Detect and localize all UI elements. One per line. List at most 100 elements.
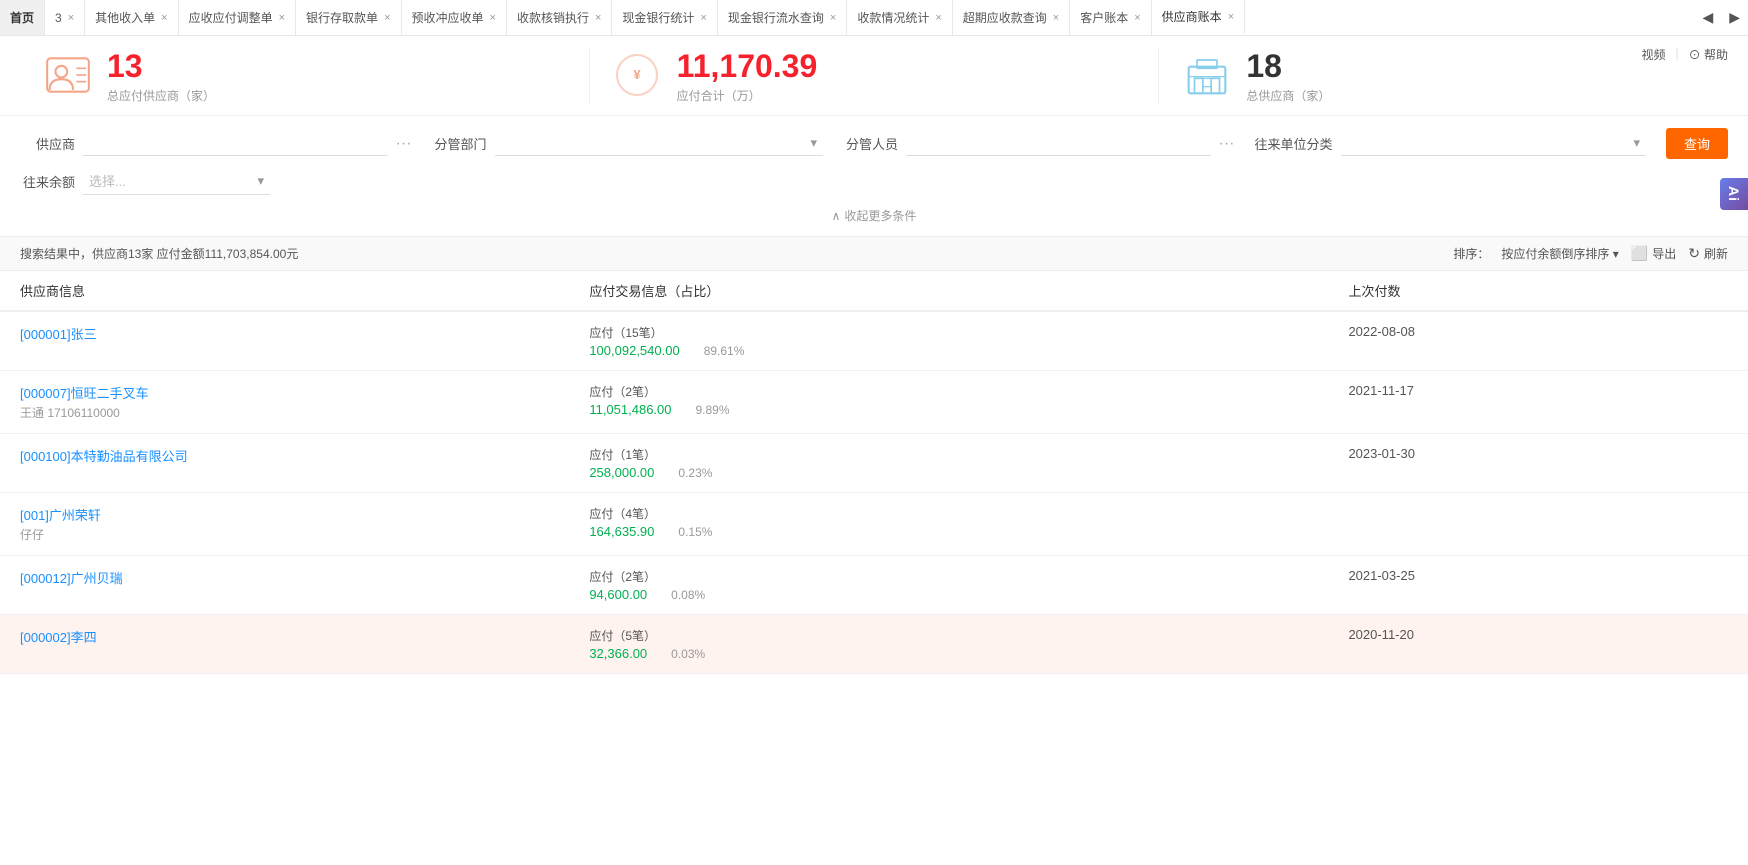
tx-info-3: 应付（4笔） 164,635.90 0.15% [589, 505, 1348, 539]
chevron-down-icon-3: ▾ [257, 173, 264, 189]
tx-amount-2[interactable]: 258,000.00 [589, 465, 654, 480]
nav-tab-collectstat[interactable]: 收款情况统计 × [847, 0, 952, 35]
nav-tab-bank-label: 银行存取款单 [306, 9, 378, 26]
nav-tab-custbook-close[interactable]: × [1134, 12, 1140, 24]
supplier-link-2[interactable]: [000100]本特勤油品有限公司 [20, 449, 188, 464]
nav-tab-income-close[interactable]: × [161, 12, 167, 24]
filter-department: 分管部门 ▾ [432, 131, 824, 156]
collapse-label: 收起更多条件 [844, 207, 916, 224]
supplier-link-4[interactable]: [000012]广州贝瑞 [20, 571, 123, 586]
sort-value[interactable]: 按应付余额倒序排序 ▾ [1501, 245, 1618, 262]
tx-row-1: 11,051,486.00 9.89% [589, 400, 1348, 417]
stat-payable-amount-text: 11,170.39 应付合计（万） [677, 47, 818, 104]
nav-tab-prepay-close[interactable]: × [490, 12, 496, 24]
supplier-link-0[interactable]: [000001]张三 [20, 327, 97, 342]
filter-unit-category-select[interactable]: ▾ [1341, 131, 1646, 156]
nav-tab-cashflow-close[interactable]: × [830, 12, 836, 24]
nav-next-button[interactable]: ▶ [1721, 5, 1748, 30]
tx-percent-0: 89.61% [704, 344, 745, 358]
nav-tab-cashstat[interactable]: 现金银行统计 × [612, 0, 717, 35]
filter-balance-select[interactable]: 选择... ▾ [83, 167, 270, 195]
nav-tab-collect-label: 收款核销执行 [517, 9, 589, 26]
nav-tab-cashstat-close[interactable]: × [700, 12, 706, 24]
filter-supplier-label: 供应商 [20, 134, 75, 153]
nav-tab-collect[interactable]: 收款核销执行 × [507, 0, 612, 35]
payable-suppliers-icon [40, 48, 95, 103]
total-suppliers-icon [1179, 48, 1234, 103]
help-icon: ⊙ [1689, 48, 1704, 62]
filter-row-2: 往来余额 选择... ▾ [20, 167, 270, 195]
last-pay-1: 2021-11-17 [1348, 383, 1728, 398]
stats-bar: 13 总应付供应商（家） ¥ 11,170.39 应付合计（万） [0, 36, 1748, 116]
table-row: [000002]李四 应付（5笔） 32,366.00 0.03% 2020-1… [0, 615, 1748, 674]
nav-tab-collectstat-close[interactable]: × [935, 12, 941, 24]
nav-tab-prepay-label: 预收冲应收单 [412, 9, 484, 26]
filter-person-label: 分管人员 [843, 134, 898, 153]
filter-unit-category-label: 往来单位分类 [1255, 134, 1333, 153]
tx-row-4: 94,600.00 0.08% [589, 585, 1348, 602]
supplier-contact-1: 王通 17106110000 [20, 404, 589, 421]
tx-label-5: 应付（5笔） [589, 627, 1348, 644]
ai-button[interactable]: Ai [1720, 178, 1748, 210]
export-button[interactable]: ⬜ 导出 [1631, 245, 1676, 262]
chevron-down-icon-2: ▾ [1633, 135, 1640, 151]
filter-supplier: 供应商 ··· [20, 132, 412, 156]
nav-tab-overdue[interactable]: 超期应收款查询 × [953, 0, 1070, 35]
collapse-btn-row: ∧ 收起更多条件 [20, 203, 1728, 224]
nav-tab-home-label: 首页 [10, 9, 34, 26]
nav-tab-supplierbook-close[interactable]: × [1228, 11, 1234, 23]
tx-amount-3[interactable]: 164,635.90 [589, 524, 654, 539]
nav-prev-button[interactable]: ◀ [1694, 5, 1721, 30]
filter-person-input[interactable] [906, 132, 1211, 156]
nav-tab-supplierbook[interactable]: 供应商账本 × [1152, 0, 1245, 35]
nav-tab-bank[interactable]: 银行存取款单 × [296, 0, 401, 35]
nav-tab-collect-close[interactable]: × [595, 12, 601, 24]
stat-total-suppliers-text: 18 总供应商（家） [1246, 47, 1330, 104]
stat-payable-suppliers: 13 总应付供应商（家） [20, 47, 589, 104]
nav-tab-custbook[interactable]: 客户账本 × [1070, 0, 1151, 35]
tx-amount-0[interactable]: 100,092,540.00 [589, 343, 679, 358]
nav-tab-adjust[interactable]: 应收应付调整单 × [179, 0, 296, 35]
nav-tab-overdue-close[interactable]: × [1053, 12, 1059, 24]
nav-tab-adjust-close[interactable]: × [279, 12, 285, 24]
supplier-link-1[interactable]: [000007]恒旺二手叉车 [20, 386, 149, 401]
tx-amount-4[interactable]: 94,600.00 [589, 587, 647, 602]
refresh-button[interactable]: ↻ 刷新 [1688, 245, 1728, 262]
nav-tab-bank-close[interactable]: × [384, 12, 390, 24]
tx-percent-1: 9.89% [696, 403, 730, 417]
stat-payable-amount-number: 11,170.39 [677, 47, 818, 85]
video-link[interactable]: 视频 [1642, 46, 1666, 63]
filter-section: 供应商 ··· 分管部门 ▾ 分管人员 ··· 往来单位分类 ▾ 查询 [0, 116, 1748, 237]
filter-unit-category: 往来单位分类 ▾ [1255, 131, 1647, 156]
filter-supplier-dots[interactable]: ··· [396, 135, 412, 153]
nav-tab-overdue-label: 超期应收款查询 [963, 9, 1047, 26]
filter-balance-value: 选择... [89, 171, 126, 190]
nav-tab-cashflow[interactable]: 现金银行流水查询 × [718, 0, 847, 35]
filter-department-select[interactable]: ▾ [495, 131, 824, 156]
nav-tab-income[interactable]: 其他收入单 × [85, 0, 178, 35]
supplier-link-3[interactable]: [001]广州荣轩 [20, 508, 101, 523]
query-button[interactable]: 查询 [1666, 128, 1728, 159]
stat-payable-amount: ¥ 11,170.39 应付合计（万） [589, 47, 1159, 104]
result-info: 搜索结果中，供应商13家 应付金额111,703,854.00元 [20, 245, 298, 262]
table-row: [000001]张三 应付（15笔） 100,092,540.00 89.61%… [0, 312, 1748, 371]
collapse-button[interactable]: ∧ 收起更多条件 [832, 207, 917, 224]
nav-tab-income-label: 其他收入单 [95, 9, 155, 26]
supplier-link-5[interactable]: [000002]李四 [20, 630, 97, 645]
help-link[interactable]: ⊙ 帮助 [1689, 46, 1728, 63]
stat-total-suppliers-number: 18 [1246, 47, 1330, 85]
nav-tab-home[interactable]: 首页 [0, 0, 45, 35]
filter-person-dots[interactable]: ··· [1219, 135, 1235, 153]
result-info-text: 搜索结果中，供应商13家 应付金额111,703,854.00元 [20, 245, 298, 262]
supplier-info-1: [000007]恒旺二手叉车 王通 17106110000 [20, 383, 589, 421]
filter-supplier-input[interactable] [83, 132, 388, 156]
nav-tab-3-close[interactable]: × [68, 12, 74, 24]
chevron-down-icon: ▾ [810, 135, 817, 151]
tx-amount-5[interactable]: 32,366.00 [589, 646, 647, 661]
supplier-info-0: [000001]张三 [20, 324, 589, 343]
table-row: [000012]广州贝瑞 应付（2笔） 94,600.00 0.08% 2021… [0, 556, 1748, 615]
tx-amount-1[interactable]: 11,051,486.00 [589, 402, 671, 417]
tx-row-0: 100,092,540.00 89.61% [589, 341, 1348, 358]
nav-tab-prepay[interactable]: 预收冲应收单 × [402, 0, 507, 35]
nav-tab-3[interactable]: 3 × [45, 0, 85, 35]
